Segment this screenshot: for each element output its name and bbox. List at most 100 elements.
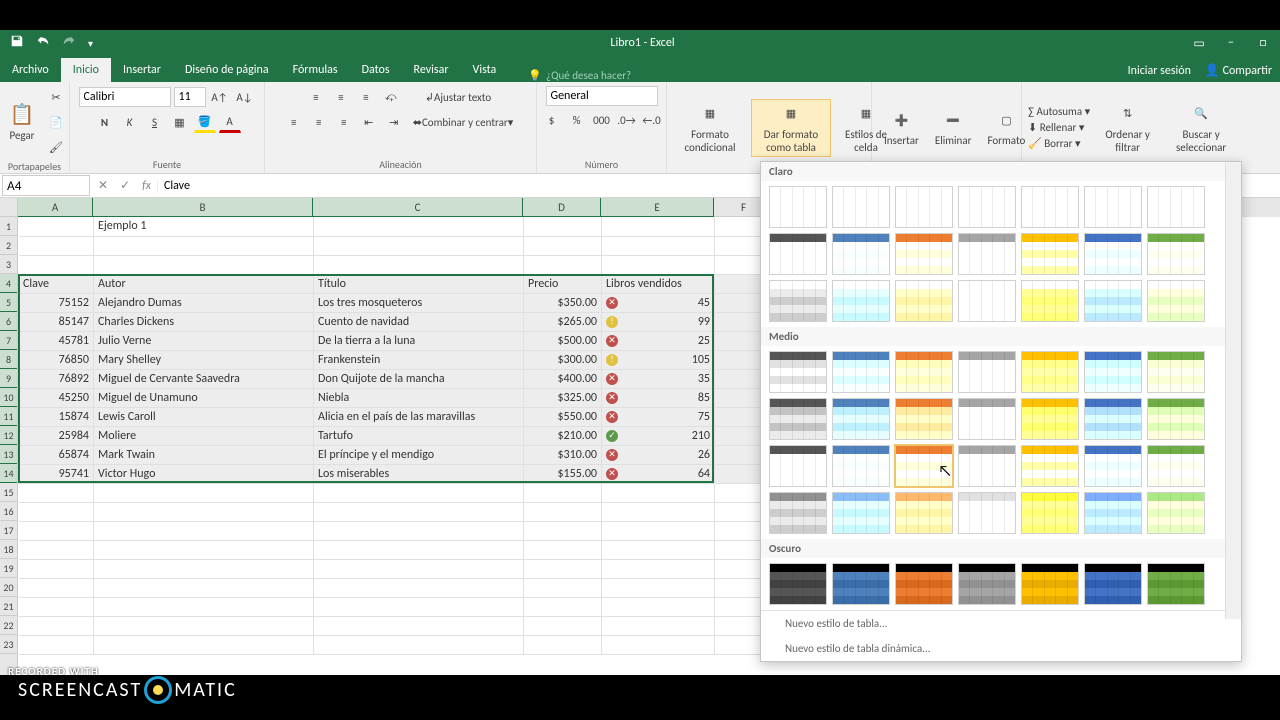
table-style-option[interactable] <box>958 445 1016 487</box>
align-left-icon[interactable]: ≡ <box>283 111 305 133</box>
number-format-select[interactable] <box>546 86 658 106</box>
cell[interactable] <box>602 217 715 236</box>
italic-button[interactable]: K <box>119 111 141 133</box>
col-header[interactable]: E <box>601 198 714 217</box>
cell[interactable]: Moliere <box>94 426 314 445</box>
cell[interactable] <box>94 559 314 578</box>
cell[interactable]: ✕ 85 <box>602 388 715 407</box>
table-style-option[interactable] <box>1084 398 1142 440</box>
cell[interactable] <box>314 236 524 255</box>
cell[interactable] <box>602 483 715 502</box>
cell[interactable] <box>19 521 94 540</box>
bold-button[interactable]: N <box>94 111 116 133</box>
table-style-option[interactable] <box>1084 186 1142 228</box>
cell[interactable] <box>314 502 524 521</box>
table-style-option[interactable] <box>769 233 827 275</box>
cell[interactable]: $310.00 <box>524 445 602 464</box>
cell[interactable]: Tartufo <box>314 426 524 445</box>
table-style-option[interactable] <box>832 398 890 440</box>
cell[interactable] <box>314 483 524 502</box>
table-style-option[interactable] <box>895 233 953 275</box>
row-header[interactable]: 17 <box>0 521 17 540</box>
cell[interactable] <box>602 616 715 635</box>
cell[interactable]: Alejandro Dumas <box>94 293 314 312</box>
cell[interactable]: Precio <box>524 274 602 293</box>
cell[interactable] <box>19 502 94 521</box>
align-center-icon[interactable]: ≡ <box>308 111 330 133</box>
cell[interactable] <box>94 540 314 559</box>
row-header[interactable]: 18 <box>0 540 17 559</box>
cell[interactable]: 95741 <box>19 464 94 483</box>
table-style-option[interactable] <box>895 445 953 487</box>
cell[interactable] <box>524 236 602 255</box>
table-style-option[interactable] <box>1147 398 1205 440</box>
table-style-option[interactable] <box>832 351 890 393</box>
cell[interactable] <box>314 616 524 635</box>
cut-icon[interactable]: ✂ <box>45 86 67 108</box>
cell[interactable]: Miguel de Unamuno <box>94 388 314 407</box>
cell[interactable] <box>524 483 602 502</box>
row-header[interactable]: 14 <box>0 464 17 483</box>
col-header[interactable]: D <box>523 198 601 217</box>
table-style-option[interactable] <box>895 280 953 322</box>
cell[interactable] <box>602 255 715 274</box>
table-style-option[interactable] <box>769 563 827 605</box>
cell[interactable]: ! 99 <box>602 312 715 331</box>
name-box[interactable] <box>2 175 90 196</box>
cell[interactable] <box>602 236 715 255</box>
tab-diseño-de-página[interactable]: Diseño de página <box>173 58 281 82</box>
cell[interactable]: 15874 <box>19 407 94 426</box>
cell[interactable] <box>94 635 314 654</box>
cell[interactable] <box>94 521 314 540</box>
cell[interactable]: Los miserables <box>314 464 524 483</box>
table-style-option[interactable] <box>769 492 827 534</box>
table-style-option[interactable] <box>1147 351 1205 393</box>
cell[interactable] <box>602 521 715 540</box>
cell[interactable]: Frankenstein <box>314 350 524 369</box>
cell[interactable] <box>19 635 94 654</box>
table-style-option[interactable] <box>832 492 890 534</box>
cell[interactable] <box>19 616 94 635</box>
decrease-indent-icon[interactable]: ⇤ <box>358 111 380 133</box>
table-style-option[interactable] <box>1147 445 1205 487</box>
row-header[interactable]: 10 <box>0 388 17 407</box>
cell[interactable]: Autor <box>94 274 314 293</box>
table-style-option[interactable] <box>958 492 1016 534</box>
table-style-option[interactable] <box>1147 492 1205 534</box>
table-style-option[interactable] <box>895 186 953 228</box>
table-style-option[interactable] <box>1084 563 1142 605</box>
cell[interactable]: $325.00 <box>524 388 602 407</box>
accept-formula-icon[interactable]: ✓ <box>114 178 136 193</box>
table-style-option[interactable] <box>1147 233 1205 275</box>
row-header[interactable]: 21 <box>0 597 17 616</box>
row-header[interactable]: 11 <box>0 407 17 426</box>
merge-center-button[interactable]: ⬌ Combinar y centrar ▾ <box>408 111 519 133</box>
cell[interactable] <box>94 597 314 616</box>
cell[interactable]: Libros vendidos <box>602 274 715 293</box>
cell[interactable]: ! 105 <box>602 350 715 369</box>
table-style-option[interactable] <box>832 445 890 487</box>
row-header[interactable]: 13 <box>0 445 17 464</box>
cell[interactable]: Julio Verne <box>94 331 314 350</box>
tellme-search[interactable]: 💡 ¿Qué desea hacer? <box>508 69 631 82</box>
cell[interactable]: $400.00 <box>524 369 602 388</box>
cell[interactable]: 45781 <box>19 331 94 350</box>
font-size-select[interactable] <box>174 87 206 107</box>
cell[interactable] <box>94 578 314 597</box>
cell[interactable] <box>314 540 524 559</box>
row-header[interactable]: 22 <box>0 616 17 635</box>
row-header[interactable]: 23 <box>0 635 17 654</box>
row-header[interactable]: 6 <box>0 312 17 331</box>
table-style-option[interactable] <box>895 563 953 605</box>
cell[interactable]: Alicia en el país de las maravillas <box>314 407 524 426</box>
undo-icon[interactable] <box>36 34 50 52</box>
increase-decimal-icon[interactable]: .0→ <box>616 109 638 131</box>
table-style-option[interactable] <box>769 186 827 228</box>
row-header[interactable]: 16 <box>0 502 17 521</box>
table-style-option[interactable] <box>895 398 953 440</box>
cell[interactable] <box>524 635 602 654</box>
redo-icon[interactable] <box>62 34 76 52</box>
cell[interactable]: $350.00 <box>524 293 602 312</box>
table-style-option[interactable] <box>769 398 827 440</box>
cell[interactable]: $155.00 <box>524 464 602 483</box>
